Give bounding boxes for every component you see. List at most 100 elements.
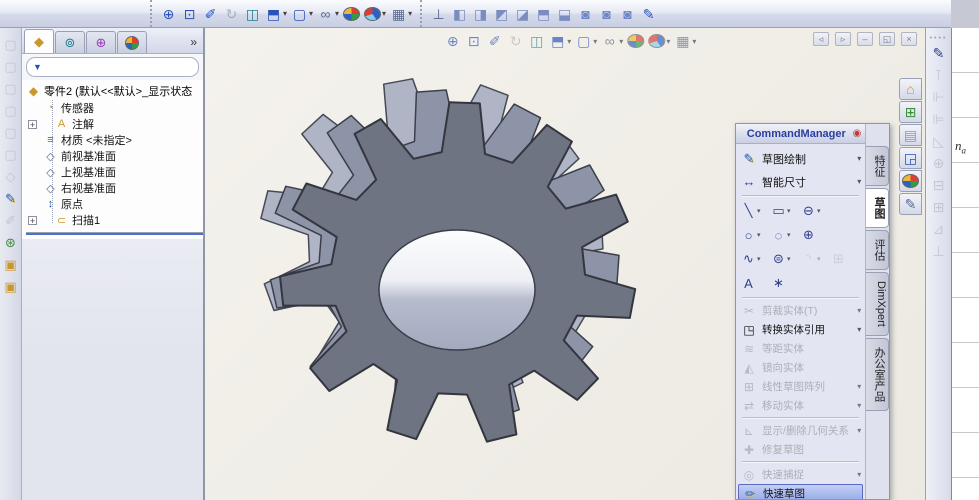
dimxpert-sketch-icon[interactable]: ✎ [928, 42, 950, 64]
section-view-icon[interactable]: ◫ [526, 30, 547, 52]
custom-properties-tab[interactable]: ✎ [899, 193, 922, 215]
top-view-icon[interactable]: ▢ [1, 122, 21, 144]
trimetric-view-icon[interactable]: ◙ [596, 3, 617, 25]
tree-root-item[interactable]: ◆ 零件2 (默认<<默认>_显示状态 [26, 82, 203, 100]
dropdown-arrow-icon[interactable]: ▾ [283, 9, 287, 18]
dropdown-arrow-icon[interactable]: ▾ [567, 37, 571, 46]
dropdown-arrow-icon[interactable]: ▾ [619, 37, 623, 46]
dropdown-arrow-icon[interactable]: ▾ [857, 177, 861, 186]
tab-overflow-chevron-icon[interactable]: » [190, 35, 201, 53]
command-manager-titlebar[interactable]: CommandManager ◉ [736, 124, 866, 144]
dropdown-arrow-icon[interactable]: ▾ [817, 255, 821, 263]
right-view-icon[interactable]: ▢ [1, 100, 21, 122]
tab-features[interactable]: 特征 [866, 146, 889, 186]
auto-dimension-icon[interactable]: ⊺ [928, 64, 950, 86]
perimeter-circle-tool[interactable]: ◌ ▾ [770, 228, 800, 243]
dropdown-arrow-icon[interactable]: ▾ [593, 37, 597, 46]
dropdown-arrow-icon[interactable]: ▾ [757, 255, 761, 263]
dropdown-arrow-icon[interactable]: ▾ [408, 9, 412, 18]
location-dimension-icon[interactable]: ⊥ [928, 240, 950, 262]
offset-entities-item[interactable]: ≋ 等距实体 [738, 339, 863, 358]
rotate-view-icon[interactable]: ↻ [221, 3, 242, 25]
trim-entities-item[interactable]: ✂ 剪裁实体(T) ▾ [738, 301, 863, 320]
isometric-view-icon[interactable]: ◙ [575, 3, 596, 25]
close-window-button[interactable]: × [901, 32, 917, 46]
geometric-tolerance-icon[interactable]: ⊕ [928, 152, 950, 174]
convert-entities-item[interactable]: ◳ 转换实体引用 ▾ [738, 320, 863, 339]
front-view-icon[interactable]: ◧ [449, 3, 470, 25]
view-settings-icon[interactable]: ▦ ▾ [388, 3, 414, 25]
back-view-icon[interactable]: ▢ [1, 56, 21, 78]
view-palette-tab[interactable]: ◲ [899, 147, 922, 169]
view-orientation-icon[interactable]: ⬒ ▾ [547, 30, 573, 52]
tree-item-origin[interactable]: ↕ 原点 [26, 196, 203, 212]
smart-dimension-button[interactable]: ↔ 智能尺寸 ▾ [738, 170, 863, 193]
propertymanager-tab[interactable]: ⊚ [55, 31, 85, 53]
dropdown-arrow-icon[interactable]: ▾ [309, 9, 313, 18]
dimetric-view-icon[interactable]: ◙ [617, 3, 638, 25]
dropdown-arrow-icon[interactable]: ▾ [382, 9, 386, 18]
sketch-button[interactable]: ✎ 草图绘制 ▾ [738, 147, 863, 170]
expand-toggle[interactable]: + [28, 119, 37, 129]
rapid-sketch-item[interactable]: ✏ 快速草图 [738, 484, 864, 499]
spline-tool[interactable]: ∿ ▾ [740, 251, 770, 267]
filter-input[interactable] [45, 61, 192, 73]
isometric-view-icon[interactable]: ◇ [1, 166, 21, 188]
featuremanager-tab[interactable]: ◆ [24, 29, 54, 53]
datum-icon[interactable]: ⊟ [928, 174, 950, 196]
dropdown-arrow-icon[interactable]: ▾ [787, 255, 791, 263]
hide-show-items-icon[interactable]: ∞ ▾ [599, 30, 625, 52]
dropdown-arrow-icon[interactable]: ▾ [757, 231, 761, 239]
pattern-feature-icon[interactable]: ⊞ [928, 196, 950, 218]
pan-zoom-icon[interactable]: ✐ [484, 30, 505, 52]
3d-sketch-icon[interactable]: ✐ [1, 210, 21, 232]
design-library-tab[interactable]: ⊞ [899, 101, 922, 123]
tree-item-sensors[interactable]: ◔ 传感器 [26, 100, 203, 116]
sketch-icon[interactable]: ✎ [1, 188, 21, 210]
apply-scene-icon[interactable]: ▾ [646, 30, 672, 52]
zoom-area-icon[interactable]: ⊡ [179, 3, 200, 25]
edit-appearance-icon[interactable] [341, 3, 362, 25]
quick-snaps-item[interactable]: ◎ 快速捕捉 ▾ [738, 465, 863, 484]
window-back-button[interactable]: ◃ [813, 32, 829, 46]
tree-item-material[interactable]: ≡ 材质 <未指定> [26, 132, 203, 148]
minimize-window-button[interactable]: – [857, 32, 873, 46]
dropdown-arrow-icon[interactable]: ▾ [787, 231, 791, 239]
reference-axis-icon[interactable]: ⊥ [428, 3, 449, 25]
edit-appearance-icon[interactable] [625, 30, 646, 52]
circle-tool[interactable]: ○ ▾ [740, 228, 770, 243]
dropdown-arrow-icon[interactable]: ▾ [757, 207, 761, 215]
display-style-icon[interactable]: ▢ ▾ [573, 30, 599, 52]
sketch-picture-tool[interactable]: ⊞ [830, 251, 860, 267]
dropdown-arrow-icon[interactable]: ▾ [857, 426, 861, 435]
left-view-icon[interactable]: ▢ [1, 78, 21, 100]
pan-zoom-icon[interactable]: ✐ [200, 3, 221, 25]
line-tool[interactable]: ╲ ▾ [740, 203, 770, 219]
dropdown-arrow-icon[interactable]: ▾ [335, 9, 339, 18]
view-settings-icon[interactable]: ▦ ▾ [672, 30, 698, 52]
chamfer-dimension-icon[interactable]: ◺ [928, 130, 950, 152]
angle-dimension-icon[interactable]: ⊿ [928, 218, 950, 240]
window-forward-button[interactable]: ▹ [835, 32, 851, 46]
rectangle-tool[interactable]: ▭ ▾ [770, 203, 800, 219]
tree-item-sweep1[interactable]: + ⊂ 扫描1 [26, 212, 203, 228]
bottom-view-icon[interactable]: ▢ [1, 144, 21, 166]
ellipse-tool[interactable]: ⊜ ▾ [770, 251, 800, 267]
point-tool[interactable]: ∗ [770, 275, 800, 291]
zoom-fit-icon[interactable]: ⊕ [158, 3, 179, 25]
right-view-icon[interactable]: ◪ [512, 3, 533, 25]
top-view-icon[interactable]: ⬒ [533, 3, 554, 25]
rotate-view-icon[interactable]: ↻ [505, 30, 526, 52]
section-view-icon[interactable]: ◫ [242, 3, 263, 25]
text-tool[interactable]: A [740, 276, 770, 291]
tab-sketch[interactable]: 草图 [866, 188, 889, 228]
displaymanager-tab[interactable] [117, 31, 147, 53]
appearances-tab[interactable] [899, 170, 922, 192]
pin-icon[interactable]: ◉ [853, 128, 862, 139]
sketch-fillet-tool[interactable]: ◝ ▾ [800, 251, 830, 267]
file-explorer-tab[interactable]: ▤ [899, 124, 922, 146]
tree-item-right-plane[interactable]: ◇ 右视基准面 [26, 180, 203, 196]
zoom-area-icon[interactable]: ⊡ [463, 30, 484, 52]
display-delete-relations-item[interactable]: ⊾ 显示/删除几何关系 ▾ [738, 421, 863, 440]
edit-component-icon[interactable]: ▣ [1, 276, 21, 298]
